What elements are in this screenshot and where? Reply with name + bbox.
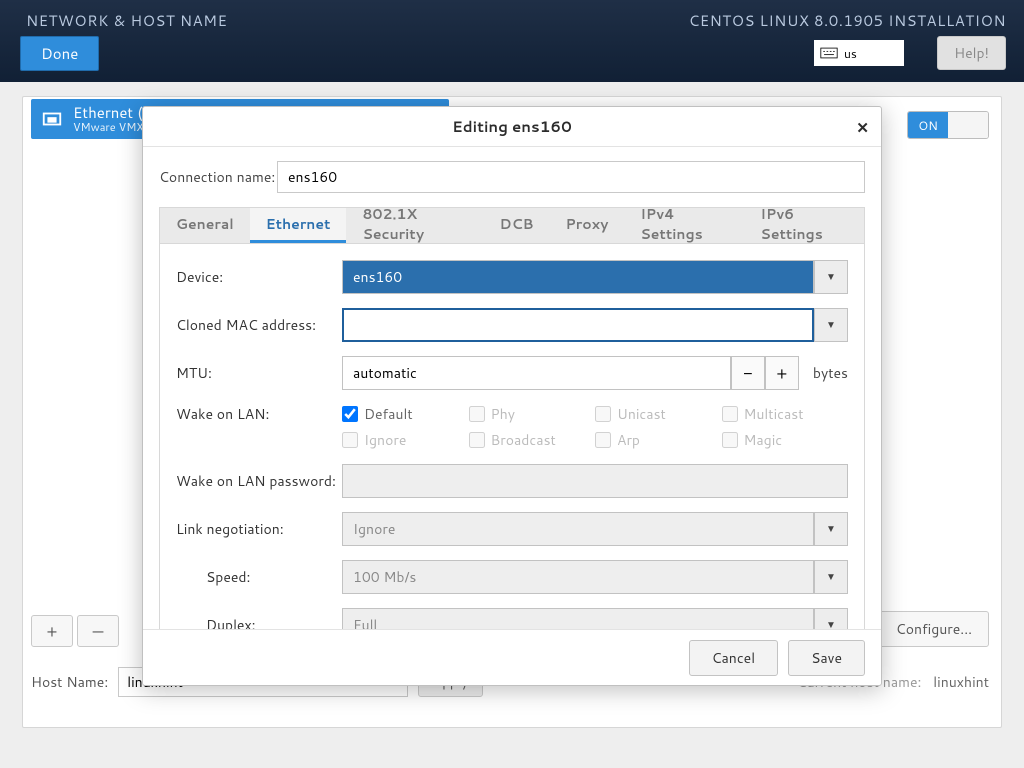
hostname-label: Host Name:	[31, 672, 108, 692]
cloned-mac-label: Cloned MAC address:	[176, 315, 342, 335]
wol-ignore: Ignore	[342, 430, 469, 450]
save-button[interactable]: Save	[788, 640, 865, 676]
wol-unicast: Unicast	[595, 404, 722, 424]
speed-label: Speed:	[176, 567, 342, 587]
edit-connection-dialog: Editing ens160 ✕ Connection name: Genera…	[142, 106, 882, 686]
connection-name-label: Connection name:	[159, 167, 277, 187]
cloned-mac-input[interactable]	[342, 308, 814, 342]
duplex-value: Full	[342, 608, 814, 629]
cloned-mac-combo[interactable]: ▼	[342, 308, 848, 342]
wol-phy: Phy	[469, 404, 596, 424]
toggle-slider	[948, 112, 988, 138]
add-interface-button[interactable]: +	[31, 615, 73, 647]
interface-toggle[interactable]: ON	[907, 111, 989, 139]
wol-arp: Arp	[595, 430, 722, 450]
tab-dcb[interactable]: DCB	[483, 208, 549, 243]
tab-ipv6[interactable]: IPv6 Settings	[744, 208, 864, 243]
connection-name-input[interactable]	[277, 161, 865, 193]
mtu-increment-button[interactable]: +	[765, 356, 799, 390]
tab-general[interactable]: General	[160, 208, 250, 243]
wol-magic: Magic	[722, 430, 849, 450]
keyboard-indicator[interactable]: us	[814, 40, 904, 66]
mtu-decrement-button[interactable]: −	[731, 356, 765, 390]
remove-interface-button[interactable]: —	[77, 615, 119, 647]
wol-password-label: Wake on LAN password:	[176, 471, 342, 491]
mtu-spinner[interactable]: automatic − +	[342, 356, 799, 390]
duplex-label: Duplex:	[176, 615, 342, 629]
mtu-label: MTU:	[176, 363, 342, 383]
duplex-combo: Full ▼	[342, 608, 848, 629]
current-hostname-value: linuxhint	[933, 672, 989, 692]
wol-label: Wake on LAN:	[176, 404, 342, 424]
keyboard-layout: us	[844, 45, 857, 62]
chevron-down-icon[interactable]: ▼	[814, 512, 848, 546]
chevron-down-icon: ▼	[814, 608, 848, 629]
chevron-down-icon[interactable]: ▼	[814, 308, 848, 342]
close-icon[interactable]: ✕	[856, 117, 869, 138]
wol-broadcast: Broadcast	[469, 430, 596, 450]
device-combo[interactable]: ens160 ▼	[342, 260, 848, 294]
keyboard-icon	[820, 47, 838, 59]
chevron-down-icon[interactable]: ▼	[814, 260, 848, 294]
dialog-titlebar: Editing ens160 ✕	[143, 107, 881, 147]
mtu-value: automatic	[342, 356, 731, 390]
wol-password-input	[342, 464, 848, 498]
done-button[interactable]: Done	[20, 36, 99, 71]
speed-combo: 100 Mb/s ▼	[342, 560, 848, 594]
toggle-on-label: ON	[908, 112, 948, 138]
wol-multicast: Multicast	[722, 404, 849, 424]
tab-ethernet[interactable]: Ethernet	[250, 208, 347, 243]
ethernet-icon	[41, 108, 63, 130]
device-value: ens160	[342, 260, 814, 294]
install-title: CENTOS LINUX 8.0.1905 INSTALLATION	[689, 10, 1006, 31]
tabs: General Ethernet 802.1X Security DCB Pro…	[159, 207, 865, 243]
wol-default[interactable]: Default	[342, 404, 469, 424]
device-label: Device:	[176, 267, 342, 287]
link-negotiation-combo[interactable]: Ignore ▼	[342, 512, 848, 546]
mtu-unit: bytes	[813, 363, 848, 383]
speed-value: 100 Mb/s	[342, 560, 814, 594]
link-negotiation-label: Link negotiation:	[176, 519, 342, 539]
cancel-button[interactable]: Cancel	[689, 640, 779, 676]
dialog-title: Editing ens160	[452, 116, 572, 137]
installer-header: NETWORK & HOST NAME CENTOS LINUX 8.0.190…	[0, 0, 1024, 82]
link-negotiation-value: Ignore	[342, 512, 814, 546]
help-button[interactable]: Help!	[937, 36, 1006, 70]
tab-ipv4[interactable]: IPv4 Settings	[624, 208, 744, 243]
chevron-down-icon: ▼	[814, 560, 848, 594]
tab-8021x[interactable]: 802.1X Security	[346, 208, 483, 243]
configure-button[interactable]: Configure...	[879, 611, 989, 647]
ethernet-tabpage: Device: ens160 ▼ Cloned MAC address: ▼	[159, 243, 865, 629]
tab-proxy[interactable]: Proxy	[549, 208, 624, 243]
page-title: NETWORK & HOST NAME	[26, 10, 227, 31]
